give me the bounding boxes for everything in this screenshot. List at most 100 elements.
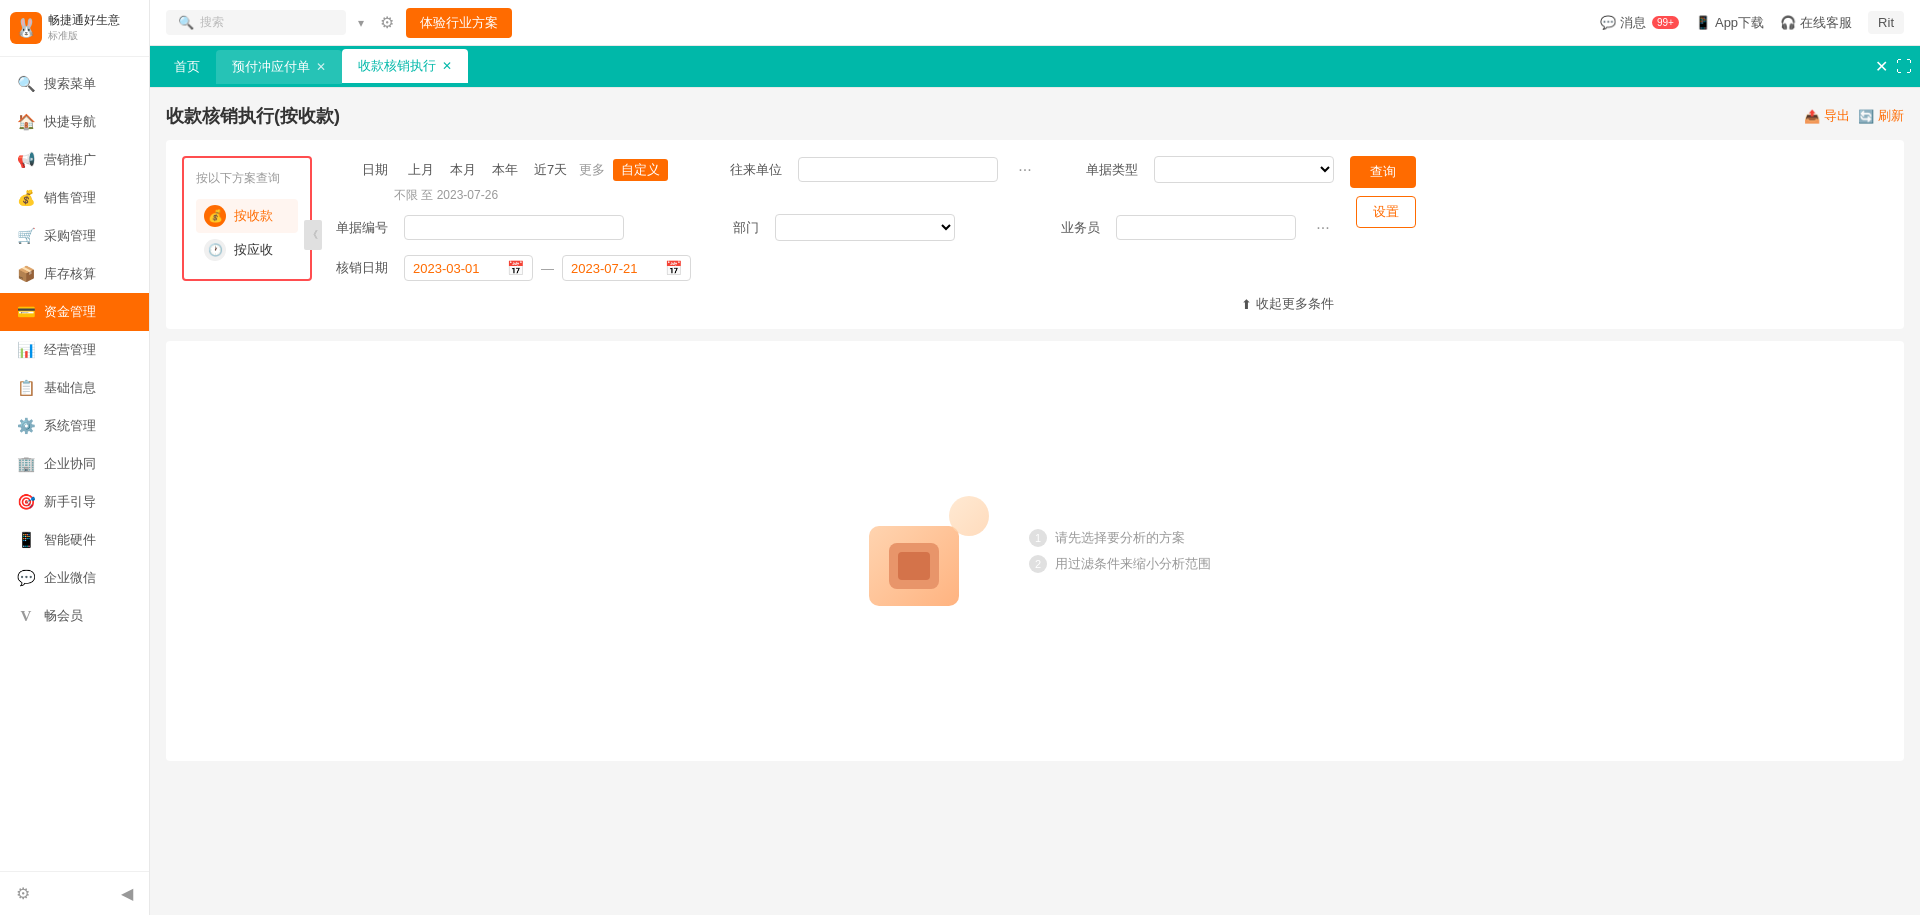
date-more-option[interactable]: 更多 bbox=[579, 161, 605, 179]
sidebar-item-operation[interactable]: 📊 经营管理 bbox=[0, 331, 149, 369]
writeoff-date-end-input[interactable] bbox=[571, 261, 661, 276]
collapse-more-label: 收起更多条件 bbox=[1256, 295, 1334, 313]
export-button[interactable]: 📤 导出 bbox=[1804, 107, 1850, 125]
operation-icon: 📊 bbox=[16, 341, 36, 359]
empty-illustration bbox=[859, 496, 989, 606]
date-range-separator: — bbox=[541, 261, 554, 276]
writeoff-date-start-wrap[interactable]: 📅 bbox=[404, 255, 533, 281]
calendar-start-icon[interactable]: 📅 bbox=[507, 260, 524, 276]
online-service-action[interactable]: 🎧 在线客服 bbox=[1780, 14, 1852, 32]
header-search-placeholder: 搜索 bbox=[200, 14, 224, 31]
sidebar-label-guide: 新手引导 bbox=[44, 493, 96, 511]
sidebar-item-sales[interactable]: 💰 销售管理 bbox=[0, 179, 149, 217]
sidebar-footer: ⚙ ◀ bbox=[0, 871, 149, 915]
tab-home[interactable]: 首页 bbox=[158, 50, 216, 84]
header-left: 🔍 搜索 ▾ ⚙ 体验行业方案 bbox=[166, 8, 512, 38]
department-select[interactable] bbox=[775, 214, 955, 241]
date-custom-tag[interactable]: 自定义 bbox=[613, 159, 668, 181]
app-download-label: App下载 bbox=[1715, 14, 1764, 32]
app-download-action[interactable]: 📱 App下载 bbox=[1695, 14, 1764, 32]
sidebar-item-search[interactable]: 🔍 搜索菜单 bbox=[0, 65, 149, 103]
tab-receipt-writeoff[interactable]: 收款核销执行 ✕ bbox=[342, 49, 468, 85]
tab-prepay-close[interactable]: ✕ bbox=[316, 60, 326, 74]
counterparty-input[interactable] bbox=[798, 157, 998, 182]
query-button[interactable]: 查询 bbox=[1350, 156, 1416, 188]
staff-input[interactable] bbox=[1116, 215, 1296, 240]
sidebar-item-purchase[interactable]: 🛒 采购管理 bbox=[0, 217, 149, 255]
sidebar-item-guide[interactable]: 🎯 新手引导 bbox=[0, 483, 149, 521]
by-receivable-label: 按应收 bbox=[234, 241, 273, 259]
voucher-type-select[interactable] bbox=[1154, 156, 1334, 183]
header-search-icon: 🔍 bbox=[178, 15, 194, 30]
date-last-month[interactable]: 上月 bbox=[404, 159, 438, 181]
collapse-sidebar-icon[interactable]: ◀ bbox=[121, 884, 133, 903]
counterparty-label: 往来单位 bbox=[712, 161, 782, 179]
sidebar-item-marketing[interactable]: 📢 营销推广 bbox=[0, 141, 149, 179]
sidebar-item-basic[interactable]: 📋 基础信息 bbox=[0, 369, 149, 407]
chevron-up-icon: ⬆ bbox=[1241, 297, 1252, 312]
hint-2-text: 用过滤条件来缩小分析范围 bbox=[1055, 555, 1211, 573]
filter-option-by-receivable[interactable]: 🕐 按应收 bbox=[196, 233, 298, 267]
staff-dots[interactable]: ··· bbox=[1312, 219, 1333, 237]
refresh-icon: 🔄 bbox=[1858, 109, 1874, 124]
sidebar-item-inventory[interactable]: 📦 库存核算 bbox=[0, 255, 149, 293]
filter-wrapper: 按以下方案查询 💰 按收款 🕐 按应收 《 bbox=[182, 156, 1416, 313]
voucher-number-input[interactable] bbox=[404, 215, 624, 240]
counterparty-dots[interactable]: ··· bbox=[1014, 161, 1035, 179]
sidebar-item-wechat[interactable]: 💬 企业微信 bbox=[0, 559, 149, 597]
empty-box-face bbox=[898, 552, 930, 580]
sidebar-item-enterprise[interactable]: 🏢 企业协同 bbox=[0, 445, 149, 483]
user-profile[interactable]: Rit bbox=[1868, 11, 1904, 34]
tab-receipt-close[interactable]: ✕ bbox=[442, 59, 452, 73]
empty-state: 1 请先选择要分析的方案 2 用过滤条件来缩小分析范围 bbox=[859, 496, 1211, 606]
enterprise-icon: 🏢 bbox=[16, 455, 36, 473]
writeoff-date-end-wrap[interactable]: 📅 bbox=[562, 255, 691, 281]
page-header-actions: 📤 导出 🔄 刷新 bbox=[1804, 107, 1904, 125]
user-name: Rit bbox=[1878, 15, 1894, 30]
date-last-7-days[interactable]: 近7天 bbox=[530, 159, 571, 181]
expand-icon[interactable]: ⛶ bbox=[1896, 58, 1912, 76]
export-icon: 📤 bbox=[1804, 109, 1820, 124]
sidebar-menu: 🔍 搜索菜单 🏠 快捷导航 📢 营销推广 💰 销售管理 🛒 采购管理 📦 库存核… bbox=[0, 57, 149, 871]
filter-sidebar-title: 按以下方案查询 bbox=[196, 170, 298, 187]
sidebar-label-purchase: 采购管理 bbox=[44, 227, 96, 245]
tab-bar: 首页 预付冲应付单 ✕ 收款核销执行 ✕ ✕ ⛶ bbox=[150, 46, 1920, 88]
sidebar-item-quick-nav[interactable]: 🏠 快捷导航 bbox=[0, 103, 149, 141]
page-content: 收款核销执行(按收款) 📤 导出 🔄 刷新 按以下方案查询 bbox=[150, 88, 1920, 915]
staff-label: 业务员 bbox=[1040, 219, 1100, 237]
marketing-icon: 📢 bbox=[16, 151, 36, 169]
sidebar-label-basic: 基础信息 bbox=[44, 379, 96, 397]
sidebar-item-finance[interactable]: 💳 资金管理 bbox=[0, 293, 149, 331]
writeoff-date-start-input[interactable] bbox=[413, 261, 503, 276]
sidebar-item-hardware[interactable]: 📱 智能硬件 bbox=[0, 521, 149, 559]
sidebar-item-system[interactable]: ⚙️ 系统管理 bbox=[0, 407, 149, 445]
app-version: 标准版 bbox=[48, 29, 120, 43]
collapse-more-button[interactable]: ⬆ 收起更多条件 bbox=[1241, 295, 1334, 313]
close-tab-icon[interactable]: ✕ bbox=[1875, 57, 1888, 76]
message-action[interactable]: 💬 消息 99+ bbox=[1600, 14, 1679, 32]
settings-icon[interactable]: ⚙ bbox=[16, 884, 30, 903]
sidebar-label-inventory: 库存核算 bbox=[44, 265, 96, 283]
header-search-bar[interactable]: 🔍 搜索 bbox=[166, 10, 346, 35]
header-gear-icon[interactable]: ⚙ bbox=[380, 13, 394, 32]
sidebar-label-member: 畅会员 bbox=[44, 607, 83, 625]
sidebar-label-marketing: 营销推广 bbox=[44, 151, 96, 169]
sidebar-item-member[interactable]: V 畅会员 bbox=[0, 597, 149, 635]
calendar-end-icon[interactable]: 📅 bbox=[665, 260, 682, 276]
date-unlimited-hint: 不限 至 2023-07-26 bbox=[394, 187, 1334, 204]
filter-row-1: 日期 上月 本月 本年 近7天 更多 自定义 往来单位 ··· bbox=[328, 156, 1334, 183]
date-this-year[interactable]: 本年 bbox=[488, 159, 522, 181]
member-icon: V bbox=[16, 608, 36, 625]
basic-icon: 📋 bbox=[16, 379, 36, 397]
collapse-filter-sidebar-btn[interactable]: 《 bbox=[304, 220, 322, 250]
header-dropdown-arrow[interactable]: ▾ bbox=[358, 16, 364, 30]
filter-option-by-receipt[interactable]: 💰 按收款 bbox=[196, 199, 298, 233]
inventory-icon: 📦 bbox=[16, 265, 36, 283]
industry-solution-button[interactable]: 体验行业方案 bbox=[406, 8, 512, 38]
settings-button[interactable]: 设置 bbox=[1356, 196, 1416, 228]
wechat-icon: 💬 bbox=[16, 569, 36, 587]
date-this-month[interactable]: 本月 bbox=[446, 159, 480, 181]
refresh-button[interactable]: 🔄 刷新 bbox=[1858, 107, 1904, 125]
tab-prepay-writeoff[interactable]: 预付冲应付单 ✕ bbox=[216, 50, 342, 84]
tab-receipt-label: 收款核销执行 bbox=[358, 57, 436, 75]
